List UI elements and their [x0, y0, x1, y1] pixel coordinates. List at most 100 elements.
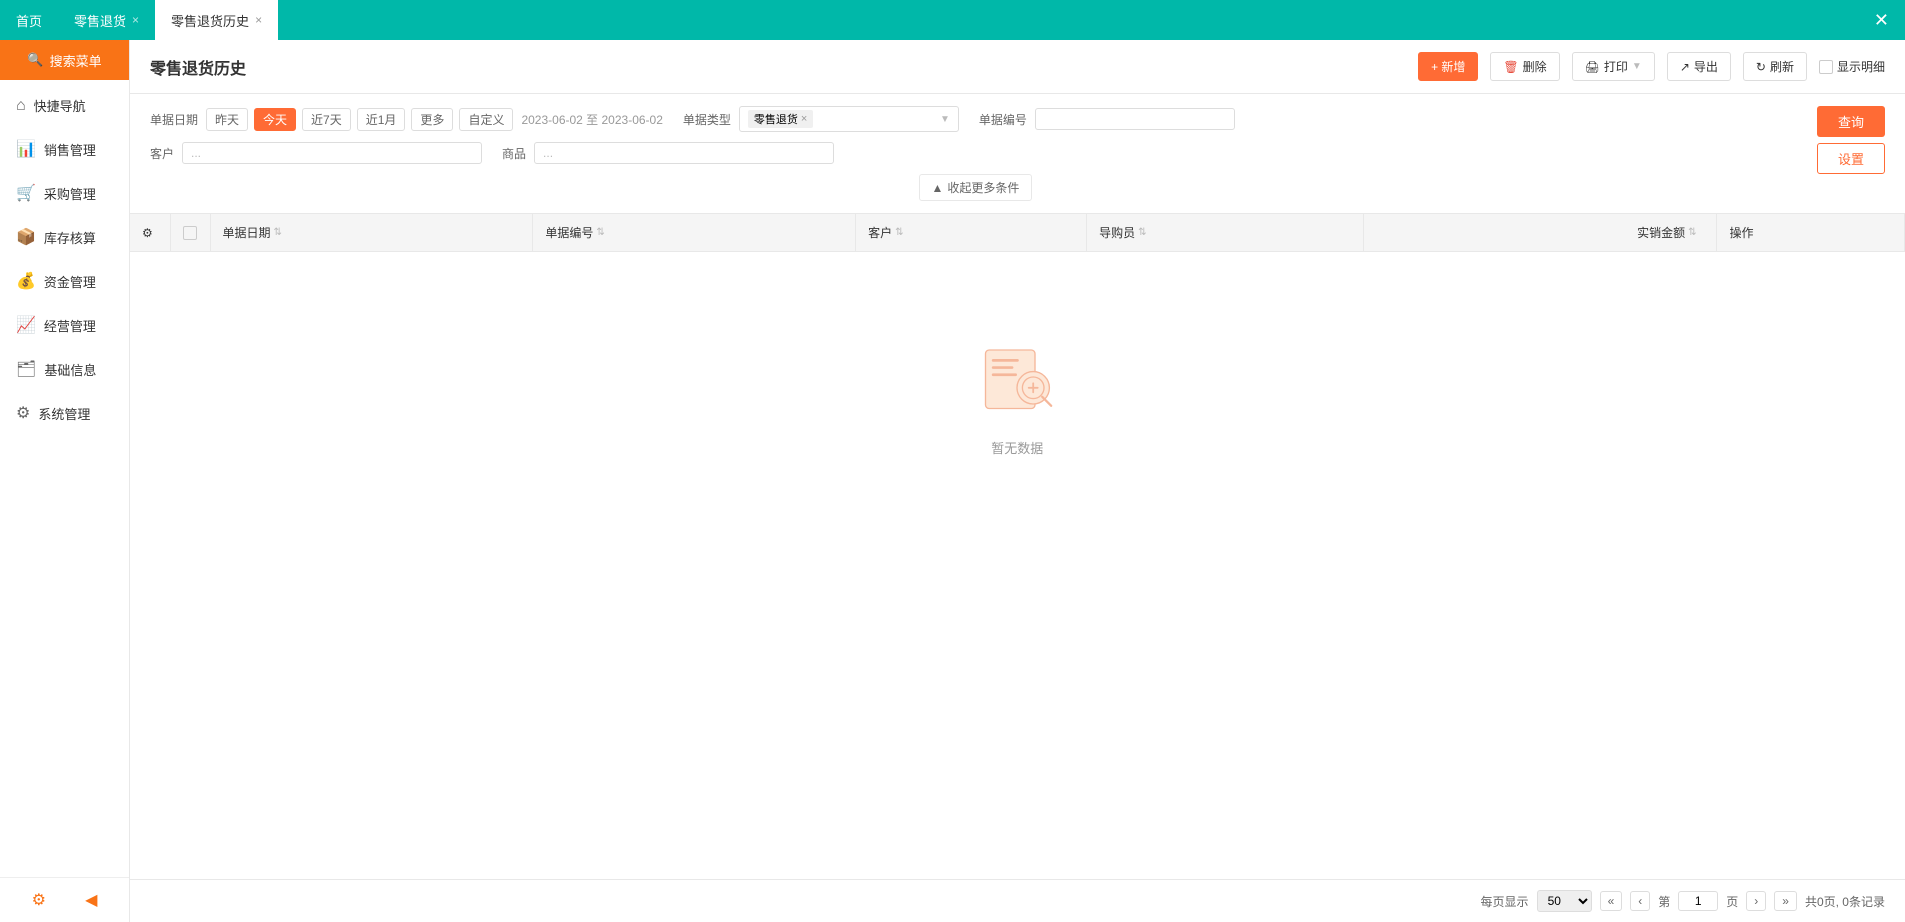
print-dropdown-icon: ▼ [1632, 61, 1642, 72]
col-action: 操作 [1717, 214, 1905, 252]
print-button[interactable]: 🖨 打印 ▼ [1572, 52, 1655, 81]
col-customer-sort-icon[interactable]: ⇅ [895, 227, 903, 238]
voucher-type-label: 单据类型 [683, 111, 731, 128]
last-page-button[interactable]: » [1774, 891, 1797, 911]
tab-retail-return-history-close[interactable]: × [255, 13, 262, 27]
sidebar-item-finance-label: 资金管理 [44, 272, 96, 291]
new-button[interactable]: + 新增 [1418, 52, 1478, 81]
customer-select[interactable]: ... [182, 142, 482, 164]
goods-placeholder: ... [543, 146, 553, 160]
goods-select[interactable]: ... [534, 142, 834, 164]
export-icon: ↗ [1680, 60, 1690, 74]
page-header: 零售退货历史 + 新增 🗑 删除 🖨 打印 ▼ ↗ 导出 ↻ [130, 40, 1905, 94]
tab-home[interactable]: 首页 [0, 0, 58, 40]
col-date: 单据日期 ⇅ [210, 214, 533, 252]
col-voucher-no-sort-icon[interactable]: ⇅ [596, 227, 604, 238]
filter-group-customer: 客户 ... [150, 142, 482, 164]
collapse-button[interactable]: ▲ 收起更多条件 [919, 174, 1033, 201]
header-actions: + 新增 🗑 删除 🖨 打印 ▼ ↗ 导出 ↻ 刷新 [1418, 52, 1885, 81]
next-page-button[interactable]: › [1746, 891, 1766, 911]
col-voucher-no-label: 单据编号 [545, 224, 593, 241]
total-records-label: 共0页, 0条记录 [1805, 893, 1885, 910]
basic-info-icon: 🗂 [16, 359, 36, 379]
date-btn-7days[interactable]: 近7天 [302, 108, 351, 131]
voucher-no-input[interactable] [1035, 108, 1235, 130]
sidebar: 🔍 搜索菜单 ⌂ 快捷导航 📊 销售管理 🛒 采购管理 📦 库存核算 💰 [0, 40, 130, 922]
export-button[interactable]: ↗ 导出 [1667, 52, 1731, 81]
empty-state-icon [972, 332, 1062, 422]
filter-group-date: 单据日期 昨天 今天 近7天 近1月 更多 自定义 2023-06-02 至 2… [150, 108, 663, 131]
sidebar-item-system[interactable]: ⚙ 系统管理 [0, 391, 129, 435]
finance-icon: 💰 [16, 271, 36, 291]
sidebar-item-purchase[interactable]: 🛒 采购管理 [0, 171, 129, 215]
date-btn-1month[interactable]: 近1月 [357, 108, 406, 131]
filter-area: 单据日期 昨天 今天 近7天 近1月 更多 自定义 2023-06-02 至 2… [130, 94, 1905, 214]
tab-retail-return[interactable]: 零售退货 × [58, 0, 155, 40]
sidebar-item-operations[interactable]: 📈 经营管理 [0, 303, 129, 347]
refresh-icon: ↻ [1756, 60, 1766, 74]
window-close-button[interactable]: ✕ [1874, 10, 1905, 31]
query-button[interactable]: 查询 [1817, 106, 1885, 137]
show-detail-area: 显示明细 [1819, 58, 1885, 75]
sidebar-item-finance[interactable]: 💰 资金管理 [0, 259, 129, 303]
search-icon: 🔍 [27, 52, 43, 68]
delete-label: 删除 [1523, 58, 1547, 75]
top-bar: 首页 零售退货 × 零售退货历史 × ✕ [0, 0, 1905, 40]
col-guide-sort-icon[interactable]: ⇅ [1138, 227, 1146, 238]
settings-col-icon[interactable]: ⚙ [142, 226, 153, 240]
col-voucher-no: 单据编号 ⇅ [533, 214, 856, 252]
date-btn-today[interactable]: 今天 [254, 108, 296, 131]
delete-icon: 🗑 [1503, 60, 1518, 74]
prev-page-button[interactable]: ‹ [1630, 891, 1650, 911]
date-btn-yesterday[interactable]: 昨天 [206, 108, 248, 131]
col-amount-sort-icon[interactable]: ⇅ [1688, 227, 1696, 238]
page-size-select[interactable]: 50 10 20 100 [1537, 890, 1592, 912]
table-container: ⚙ 单据日期 ⇅ 单据编号 [130, 214, 1905, 879]
voucher-type-tag-value: 零售退货 [754, 111, 798, 127]
sidebar-search-label: 搜索菜单 [50, 51, 102, 70]
voucher-type-select[interactable]: 零售退货 × ▼ [739, 106, 959, 132]
voucher-no-label: 单据编号 [979, 111, 1027, 128]
col-amount: 实销金额 ⇅ [1364, 214, 1717, 252]
tab-retail-return-close[interactable]: × [132, 13, 139, 27]
pagination-bar: 每页显示 50 10 20 100 « ‹ 第 页 › » 共0页, 0条记录 [130, 879, 1905, 922]
sidebar-item-inventory[interactable]: 📦 库存核算 [0, 215, 129, 259]
sidebar-item-sales[interactable]: 📊 销售管理 [0, 127, 129, 171]
collapse-sidebar-icon[interactable]: ◀ [85, 890, 97, 910]
sidebar-search[interactable]: 🔍 搜索菜单 [0, 40, 129, 80]
sidebar-item-quick-nav-label: 快捷导航 [34, 96, 86, 115]
refresh-button[interactable]: ↻ 刷新 [1743, 52, 1807, 81]
col-checkbox[interactable] [170, 214, 210, 252]
show-detail-checkbox[interactable] [1819, 60, 1833, 74]
customer-filter-label: 客户 [150, 145, 174, 162]
col-settings[interactable]: ⚙ [130, 214, 170, 252]
goods-filter-label: 商品 [502, 145, 526, 162]
export-label: 导出 [1694, 58, 1718, 75]
page-number-input[interactable] [1678, 891, 1718, 911]
first-page-button[interactable]: « [1600, 891, 1623, 911]
delete-button[interactable]: 🗑 删除 [1490, 52, 1559, 81]
collapse-row: ▲ 收起更多条件 [150, 174, 1801, 201]
tab-retail-return-history[interactable]: 零售退货历史 × [155, 0, 278, 40]
sidebar-bottom: ⚙ ◀ [0, 877, 129, 922]
sidebar-item-basic-info[interactable]: 🗂 基础信息 [0, 347, 129, 391]
filter-row-1: 单据日期 昨天 今天 近7天 近1月 更多 自定义 2023-06-02 至 2… [150, 106, 1801, 132]
collapse-label: 收起更多条件 [947, 179, 1019, 196]
sidebar-item-operations-label: 经营管理 [44, 316, 96, 335]
sidebar-item-inventory-label: 库存核算 [44, 228, 96, 247]
setting-button[interactable]: 设置 [1817, 143, 1885, 174]
voucher-type-tag-close[interactable]: × [801, 113, 807, 125]
tab-list: 首页 零售退货 × 零售退货历史 × [0, 0, 1874, 40]
sidebar-item-system-label: 系统管理 [38, 404, 90, 423]
refresh-label: 刷新 [1770, 58, 1794, 75]
date-btn-more[interactable]: 更多 [411, 108, 453, 131]
voucher-type-dropdown-icon: ▼ [940, 114, 950, 125]
sidebar-item-quick-nav[interactable]: ⌂ 快捷导航 [0, 84, 129, 127]
col-date-sort-icon[interactable]: ⇅ [274, 227, 282, 238]
date-btn-custom[interactable]: 自定义 [459, 108, 513, 131]
voucher-type-tag: 零售退货 × [748, 110, 813, 128]
filter-body: 单据日期 昨天 今天 近7天 近1月 更多 自定义 2023-06-02 至 2… [150, 106, 1885, 201]
settings-bottom-icon[interactable]: ⚙ [32, 890, 46, 910]
filter-group-voucher-type: 单据类型 零售退货 × ▼ [683, 106, 959, 132]
select-all-checkbox[interactable] [183, 226, 197, 240]
